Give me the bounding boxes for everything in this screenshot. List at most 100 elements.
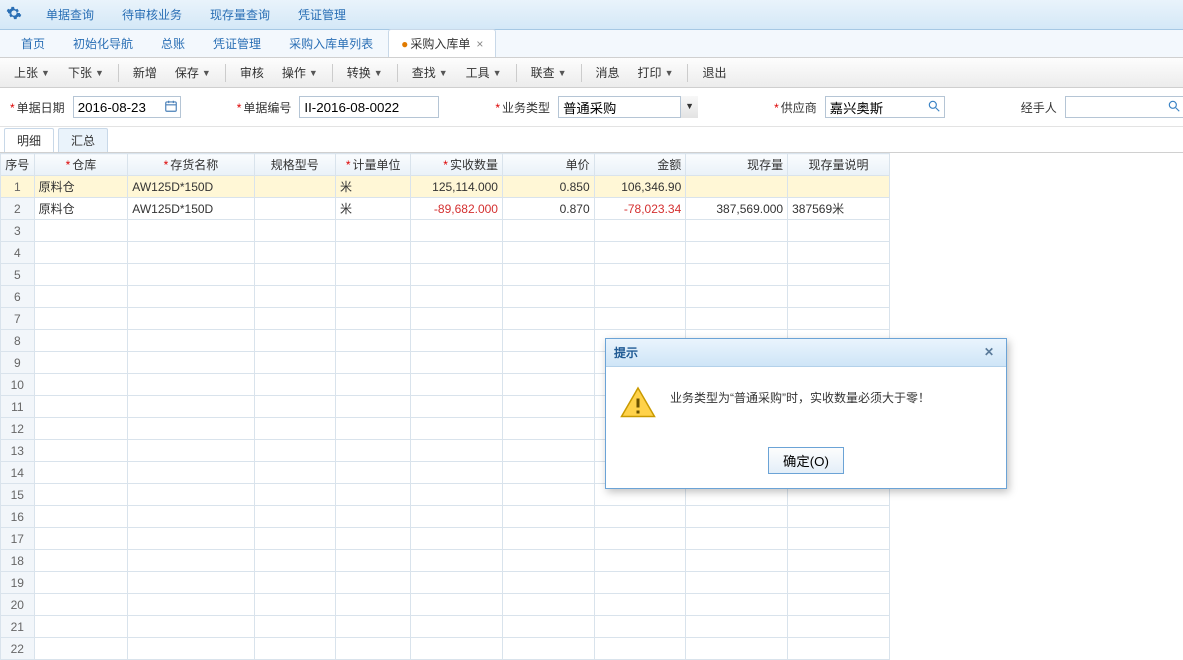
calendar-icon[interactable] (164, 99, 178, 116)
cell[interactable] (336, 484, 411, 506)
cell[interactable] (254, 484, 335, 506)
cell[interactable] (128, 638, 254, 660)
cell[interactable] (686, 220, 788, 242)
cell[interactable] (128, 286, 254, 308)
table-row[interactable]: 19 (1, 572, 890, 594)
cell[interactable] (34, 396, 128, 418)
cell[interactable] (594, 594, 686, 616)
cell[interactable] (336, 550, 411, 572)
gear-icon[interactable] (6, 5, 22, 24)
cell[interactable] (502, 374, 594, 396)
column-header[interactable]: 金额 (594, 154, 686, 176)
cell[interactable] (254, 638, 335, 660)
cell[interactable] (502, 484, 594, 506)
cell[interactable]: 米 (336, 198, 411, 220)
cell[interactable] (411, 528, 503, 550)
dialog-titlebar[interactable]: 提示 ✕ (606, 339, 1006, 367)
cell[interactable] (128, 264, 254, 286)
cell[interactable]: 1 (1, 176, 35, 198)
cell[interactable] (336, 308, 411, 330)
cell[interactable] (502, 440, 594, 462)
cell[interactable] (411, 330, 503, 352)
cell[interactable] (411, 396, 503, 418)
toolbar-button[interactable]: 审核 (232, 61, 272, 85)
column-header[interactable]: 现存量 (686, 154, 788, 176)
cell[interactable] (34, 506, 128, 528)
cell[interactable] (411, 308, 503, 330)
cell[interactable] (502, 572, 594, 594)
cell[interactable] (336, 528, 411, 550)
cell[interactable] (128, 308, 254, 330)
table-row[interactable]: 6 (1, 286, 890, 308)
cell[interactable] (502, 220, 594, 242)
tab[interactable]: 凭证管理 (200, 29, 274, 57)
cell[interactable] (34, 594, 128, 616)
cell[interactable] (788, 572, 890, 594)
cell[interactable] (254, 528, 335, 550)
cell[interactable] (254, 374, 335, 396)
search-icon[interactable] (1167, 99, 1181, 116)
cell[interactable] (594, 638, 686, 660)
cell[interactable]: 16 (1, 506, 35, 528)
cell[interactable] (502, 594, 594, 616)
cell[interactable]: -78,023.34 (594, 198, 686, 220)
cell[interactable]: 387,569.000 (686, 198, 788, 220)
tab[interactable]: 总账 (148, 29, 198, 57)
cell[interactable] (254, 506, 335, 528)
sub-tab[interactable]: 汇总 (58, 128, 108, 152)
cell[interactable]: AW125D*150D (128, 176, 254, 198)
table-row[interactable]: 4 (1, 242, 890, 264)
toolbar-button[interactable]: 联查▼ (523, 61, 575, 85)
column-header[interactable]: 实收数量 (411, 154, 503, 176)
cell[interactable] (686, 594, 788, 616)
column-header[interactable]: 单价 (502, 154, 594, 176)
topnav-item[interactable]: 单据查询 (32, 8, 108, 22)
cell[interactable]: 4 (1, 242, 35, 264)
cell[interactable] (686, 176, 788, 198)
cell[interactable] (411, 352, 503, 374)
cell[interactable] (502, 550, 594, 572)
cell[interactable] (502, 616, 594, 638)
cell[interactable]: 106,346.90 (594, 176, 686, 198)
column-header[interactable]: 仓库 (34, 154, 128, 176)
cell[interactable]: 387569米 (788, 198, 890, 220)
cell[interactable] (254, 616, 335, 638)
tab[interactable]: ●采购入库单× (388, 29, 496, 57)
cell[interactable] (502, 308, 594, 330)
table-row[interactable]: 18 (1, 550, 890, 572)
cell[interactable] (411, 286, 503, 308)
cell[interactable] (254, 264, 335, 286)
column-header[interactable]: 序号 (1, 154, 35, 176)
cell[interactable] (336, 440, 411, 462)
cell[interactable] (411, 506, 503, 528)
cell[interactable] (128, 616, 254, 638)
search-icon[interactable] (927, 99, 941, 116)
cell[interactable] (128, 418, 254, 440)
cell[interactable] (411, 638, 503, 660)
cell[interactable] (411, 484, 503, 506)
cell[interactable] (254, 440, 335, 462)
cell[interactable] (254, 242, 335, 264)
cell[interactable] (336, 638, 411, 660)
toolbar-button[interactable]: 上张▼ (6, 61, 58, 85)
cell[interactable] (594, 308, 686, 330)
cell[interactable] (128, 572, 254, 594)
cell[interactable] (34, 352, 128, 374)
cell[interactable] (686, 264, 788, 286)
cell[interactable] (686, 638, 788, 660)
cell[interactable] (34, 572, 128, 594)
cell[interactable] (34, 440, 128, 462)
cell[interactable] (336, 462, 411, 484)
cell[interactable] (502, 638, 594, 660)
cell[interactable] (788, 616, 890, 638)
cell[interactable] (34, 242, 128, 264)
cell[interactable]: 125,114.000 (411, 176, 503, 198)
cell[interactable] (336, 264, 411, 286)
cell[interactable] (788, 550, 890, 572)
cell[interactable] (502, 264, 594, 286)
cell[interactable] (34, 528, 128, 550)
cell[interactable] (336, 396, 411, 418)
cell[interactable] (594, 506, 686, 528)
cell[interactable] (594, 572, 686, 594)
cell[interactable]: 0.870 (502, 198, 594, 220)
